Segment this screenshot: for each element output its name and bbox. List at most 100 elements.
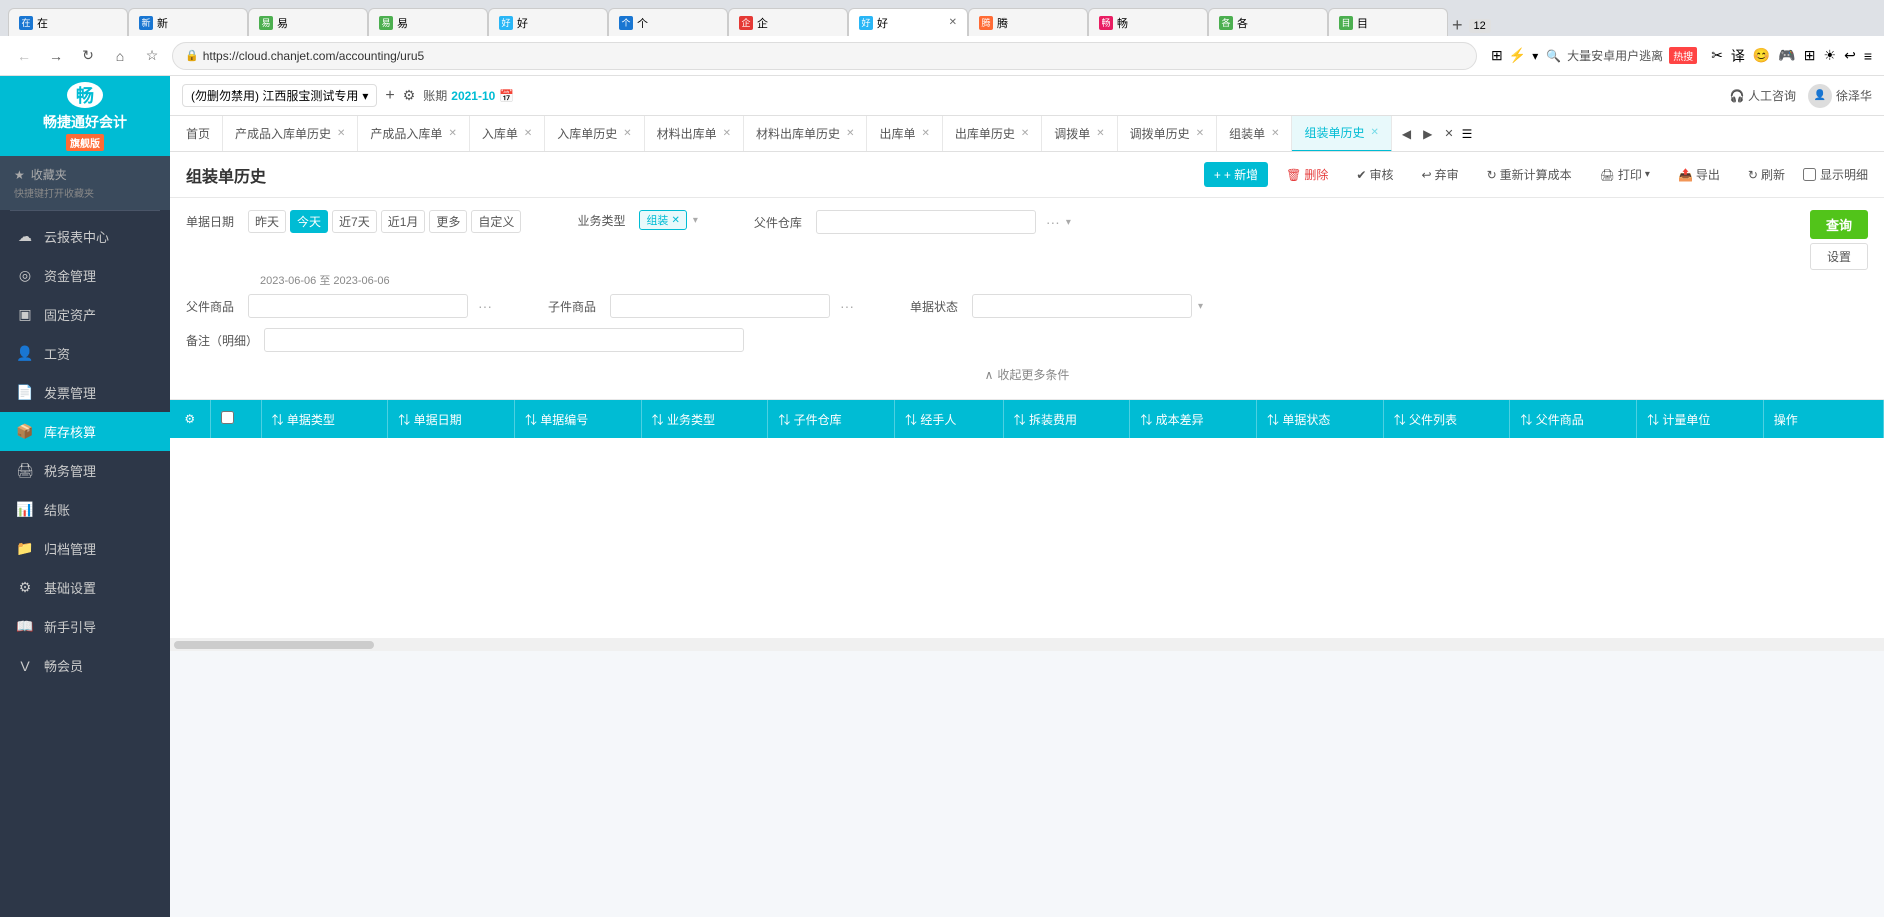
table-col-bill-status[interactable]: ⇅ 单据状态 xyxy=(1257,400,1384,438)
parent-warehouse-more-icon[interactable]: ··· xyxy=(1046,214,1060,230)
sidebar-item-tax[interactable]: 🖨 税务管理 xyxy=(0,451,170,490)
browser-tab-5[interactable]: 个 个 xyxy=(608,8,728,36)
recalc-button[interactable]: ↻ 重新计算成本 xyxy=(1477,162,1582,187)
tab-close-transfer-history[interactable]: ✕ xyxy=(1196,128,1204,139)
tab-close-finished-goods-in[interactable]: ✕ xyxy=(448,128,456,139)
table-col-child-warehouse[interactable]: ⇅ 子件仓库 xyxy=(768,400,895,438)
bill-status-dropdown-icon[interactable]: ▾ xyxy=(1198,301,1203,312)
bill-status-input[interactable] xyxy=(972,294,1192,318)
tab-assembly-history[interactable]: 组装单历史 ✕ xyxy=(1292,116,1391,152)
export-button[interactable]: 📤 导出 xyxy=(1668,162,1730,187)
browser-tab-7[interactable]: 好 好 ✕ xyxy=(848,8,968,36)
business-type-tag-remove[interactable]: ✕ xyxy=(671,215,679,226)
tab-finished-goods-in[interactable]: 产成品入库单 ✕ xyxy=(358,116,469,152)
forward-button[interactable]: → xyxy=(44,44,68,68)
horizontal-scrollbar[interactable] xyxy=(170,639,1884,651)
game-icon[interactable]: 🎮 xyxy=(1778,47,1795,64)
sidebar-item-guide[interactable]: 📖 新手引导 xyxy=(0,607,170,646)
new-tab-button[interactable]: + xyxy=(1452,15,1463,36)
yesterday-btn[interactable]: 昨天 xyxy=(248,210,286,233)
table-checkbox-col[interactable] xyxy=(210,400,261,438)
tab-close-delivery[interactable]: ✕ xyxy=(921,128,929,139)
tab-delivery[interactable]: 出库单 ✕ xyxy=(867,116,942,152)
home-button[interactable]: ⌂ xyxy=(108,44,132,68)
sidebar-item-cloud-reports[interactable]: ☁ 云报表中心 xyxy=(0,217,170,256)
parent-goods-input[interactable] xyxy=(248,294,468,318)
table-col-parent-list[interactable]: ⇅ 父件列表 xyxy=(1383,400,1510,438)
address-bar[interactable]: 🔒 https://cloud.chanjet.com/accounting/u… xyxy=(172,42,1477,70)
query-button[interactable]: 查询 xyxy=(1810,210,1868,239)
tab-receipt-history[interactable]: 入库单历史 ✕ xyxy=(545,116,644,152)
scissors-icon[interactable]: ✂ xyxy=(1711,47,1723,64)
browser-tab-0[interactable]: 在 在 xyxy=(8,8,128,36)
sidebar-item-funds[interactable]: ◎ 资金管理 xyxy=(0,256,170,295)
add-button[interactable]: + + 新增 xyxy=(1204,162,1268,187)
refresh-button[interactable]: ↻ 刷新 xyxy=(1738,162,1795,187)
audit-button[interactable]: ✔ 审核 xyxy=(1346,162,1403,187)
custom-date-btn[interactable]: 自定义 xyxy=(471,210,521,233)
table-col-bill-type[interactable]: ⇅ 单据类型 xyxy=(261,400,388,438)
sidebar-item-member[interactable]: V 畅会员 xyxy=(0,646,170,685)
note-input[interactable] xyxy=(264,328,744,352)
print-button[interactable]: 🖨 打印 ▾ xyxy=(1590,162,1660,187)
abandon-audit-button[interactable]: ↩ 弃审 xyxy=(1412,162,1469,187)
today-btn[interactable]: 今天 xyxy=(290,210,328,233)
tab-receipt[interactable]: 入库单 ✕ xyxy=(470,116,545,152)
browser-tab-10[interactable]: 各 各 xyxy=(1208,8,1328,36)
table-col-bill-date[interactable]: ⇅ 单据日期 xyxy=(388,400,515,438)
table-col-cost-diff[interactable]: ⇅ 成本差异 xyxy=(1130,400,1257,438)
browser-tab-6[interactable]: 企 企 xyxy=(728,8,848,36)
sidebar-item-payroll[interactable]: 👤 工资 xyxy=(0,334,170,373)
last7days-btn[interactable]: 近7天 xyxy=(332,210,377,233)
tab-finished-goods-in-history[interactable]: 产成品入库单历史 ✕ xyxy=(223,116,358,152)
browser-tab-close-7[interactable]: ✕ xyxy=(949,17,957,28)
tab-transfer[interactable]: 调拨单 ✕ xyxy=(1042,116,1117,152)
child-goods-more-icon[interactable]: ··· xyxy=(840,298,854,314)
tab-close-assembly[interactable]: ✕ xyxy=(1271,128,1279,139)
tab-transfer-history[interactable]: 调拨单历史 ✕ xyxy=(1118,116,1217,152)
service-label[interactable]: 🎧 人工咨询 xyxy=(1730,87,1796,104)
lightning-icon[interactable]: ⚡ xyxy=(1509,47,1526,64)
browser-tab-3[interactable]: 易 易 xyxy=(368,8,488,36)
parent-goods-more-icon[interactable]: ··· xyxy=(478,298,492,314)
tab-more-icon[interactable]: ☰ xyxy=(1462,127,1473,141)
translate-icon[interactable]: 译 xyxy=(1731,46,1745,66)
select-all-checkbox[interactable] xyxy=(221,411,234,424)
menu-icon[interactable]: ≡ xyxy=(1864,48,1872,64)
tab-close-material-out-history[interactable]: ✕ xyxy=(846,128,854,139)
brightness-icon[interactable]: ☀ xyxy=(1824,47,1837,64)
browser-tab-4[interactable]: 好 好 xyxy=(488,8,608,36)
sidebar-item-assets[interactable]: ▣ 固定资产 xyxy=(0,295,170,334)
browser-search[interactable]: 🔍 大量安卓用户逃离 热搜 xyxy=(1546,47,1697,64)
tab-close-receipt[interactable]: ✕ xyxy=(524,128,532,139)
company-settings-icon[interactable]: ⚙ xyxy=(403,87,416,104)
sidebar-item-settle[interactable]: 📊 结账 xyxy=(0,490,170,529)
table-col-operator[interactable]: ⇅ 经手人 xyxy=(895,400,1004,438)
tab-assembly[interactable]: 组装单 ✕ xyxy=(1217,116,1292,152)
browser-tab-9[interactable]: 畅 畅 xyxy=(1088,8,1208,36)
grid-icon[interactable]: ⊞ xyxy=(1491,47,1503,64)
user-info[interactable]: 👤 徐泽华 xyxy=(1808,84,1872,108)
sidebar-item-settings[interactable]: ⚙ 基础设置 xyxy=(0,568,170,607)
table-col-unit[interactable]: ⇅ 计量单位 xyxy=(1637,400,1764,438)
sidebar-favorites[interactable]: ★ 收藏夹 快捷键打开收藏夹 xyxy=(0,156,170,210)
child-goods-input[interactable] xyxy=(610,294,830,318)
tab-close-transfer[interactable]: ✕ xyxy=(1096,128,1104,139)
period-selector[interactable]: 账期 2021-10 📅 xyxy=(423,87,514,104)
apps-icon[interactable]: ⊞ xyxy=(1804,47,1816,64)
browser-tab-2[interactable]: 易 易 xyxy=(248,8,368,36)
dropdown-icon[interactable]: ▾ xyxy=(1532,49,1538,63)
tab-close-all-button[interactable]: ✕ xyxy=(1440,127,1457,140)
sidebar-item-inventory[interactable]: 📦 库存核算 xyxy=(0,412,170,451)
add-company-button[interactable]: + xyxy=(385,87,394,105)
scroll-thumb[interactable] xyxy=(174,641,374,649)
parent-warehouse-dropdown-icon[interactable]: ▾ xyxy=(1066,217,1071,228)
table-col-disassemble-fee[interactable]: ⇅ 拆装费用 xyxy=(1003,400,1130,438)
undo-icon[interactable]: ↩ xyxy=(1844,47,1856,64)
show-detail-toggle[interactable]: 显示明细 xyxy=(1803,166,1868,183)
table-col-bill-no[interactable]: ⇅ 单据编号 xyxy=(514,400,641,438)
show-detail-checkbox-input[interactable] xyxy=(1803,168,1816,181)
tab-close-delivery-history[interactable]: ✕ xyxy=(1021,128,1029,139)
set-button[interactable]: 设置 xyxy=(1810,243,1868,270)
table-col-parent-goods[interactable]: ⇅ 父件商品 xyxy=(1510,400,1637,438)
